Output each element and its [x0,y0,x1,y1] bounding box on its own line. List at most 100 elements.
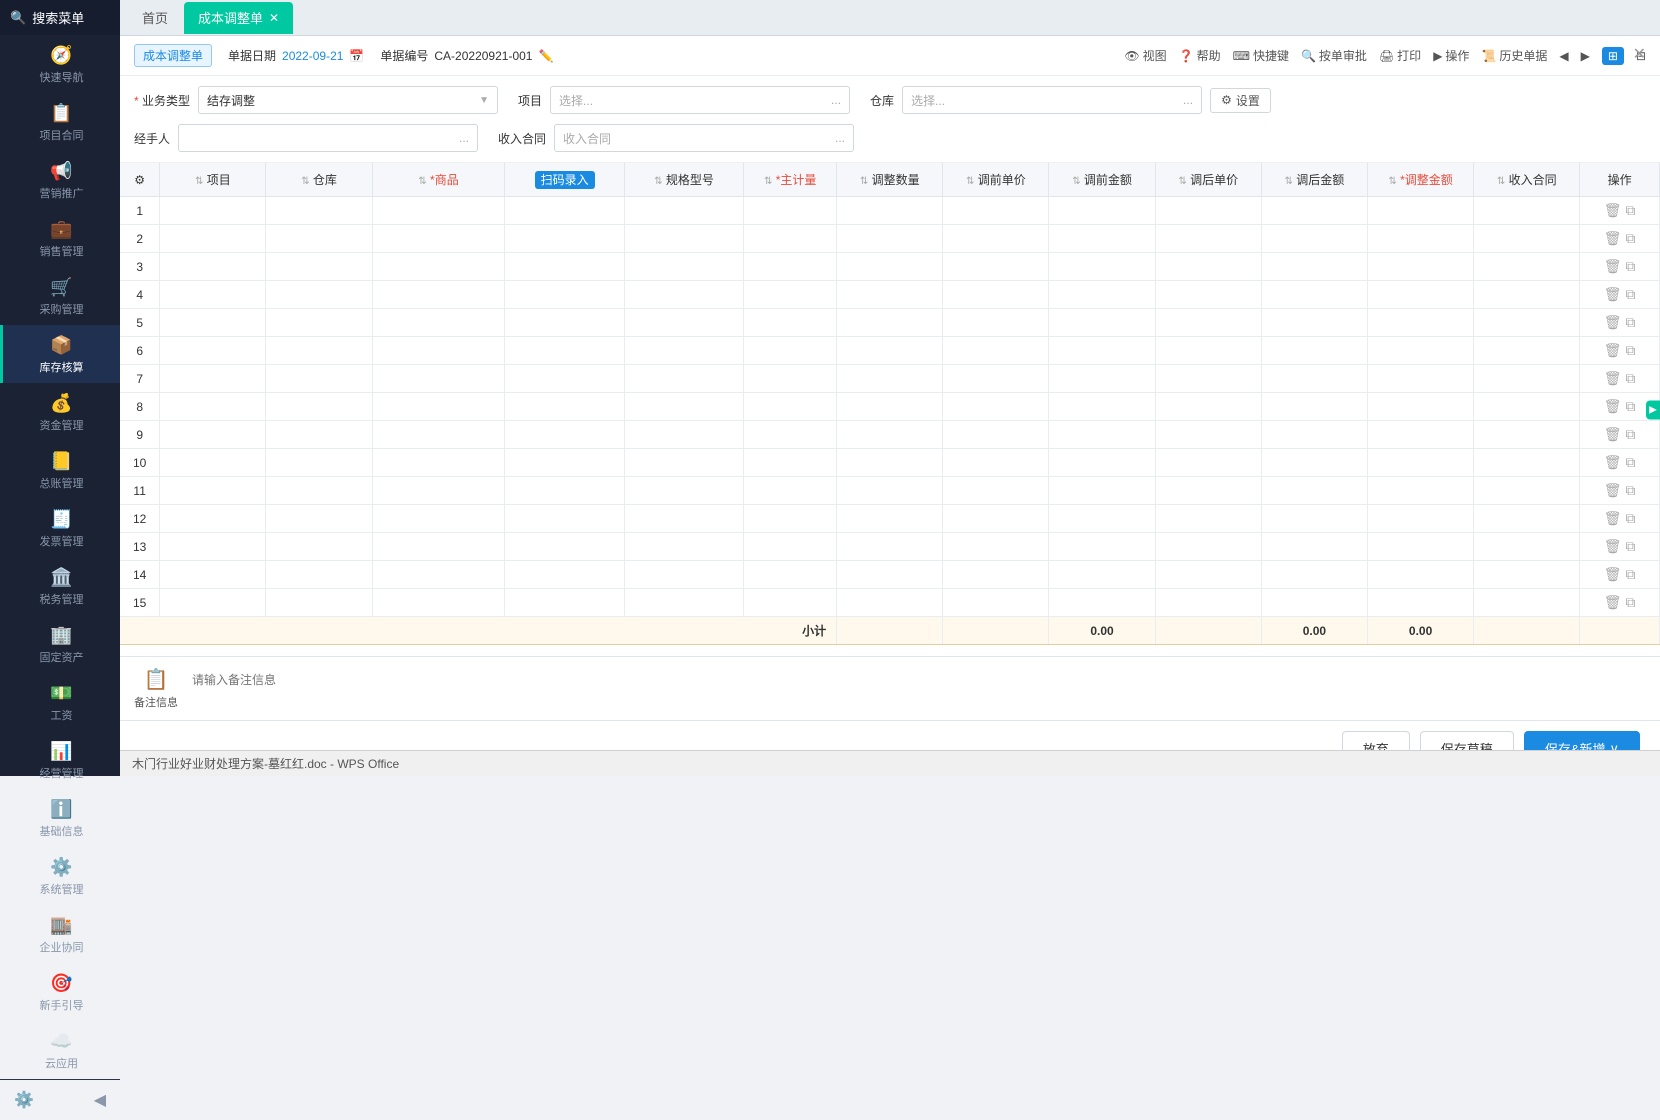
row-price-before[interactable] [943,197,1049,225]
row-price-before[interactable] [943,561,1049,589]
row-project[interactable] [160,505,266,533]
row-scan[interactable] [505,225,624,253]
row-price-after[interactable] [1155,505,1261,533]
row-goods[interactable] [372,449,505,477]
row-amount-after[interactable] [1261,309,1367,337]
row-income[interactable] [1474,477,1580,505]
row-adjust[interactable] [1367,505,1473,533]
row-warehouse[interactable] [266,449,372,477]
collapse-icon[interactable]: ◀ [94,1090,106,1110]
row-price-after[interactable] [1155,421,1261,449]
row-price-before[interactable] [943,225,1049,253]
row-unit[interactable] [744,225,837,253]
calendar-icon[interactable]: 📅 [349,49,364,63]
edit-icon[interactable]: ✏️ [538,49,553,63]
row-income[interactable] [1474,225,1580,253]
th-warehouse[interactable]: ⇅ 仓库 [266,163,372,197]
sidebar-item-operations[interactable]: 📊 经营管理 [0,731,120,789]
row-warehouse[interactable] [266,533,372,561]
sidebar-item-ledger[interactable]: 📒 总账管理 [0,441,120,499]
row-price-after[interactable] [1155,533,1261,561]
row-price-before[interactable] [943,365,1049,393]
row-price-before[interactable] [943,393,1049,421]
row-amount-before[interactable] [1049,421,1155,449]
row-price-before[interactable] [943,253,1049,281]
row-project[interactable] [160,589,266,617]
row-amount-before[interactable] [1049,505,1155,533]
row-scan[interactable] [505,197,624,225]
row-unit[interactable] [744,449,837,477]
tab-home[interactable]: 首页 [128,2,182,34]
business-type-input[interactable]: 结存调整 ▼ [198,86,498,114]
sidebar-item-enterprise[interactable]: 🏬 企业协同 [0,905,120,963]
row-price-after[interactable] [1155,365,1261,393]
row-spec[interactable] [624,421,743,449]
row-spec[interactable] [624,505,743,533]
row-amount-after[interactable] [1261,561,1367,589]
row-unit[interactable] [744,281,837,309]
row-warehouse[interactable] [266,421,372,449]
delete-icon[interactable]: 🗑 [1604,454,1622,471]
row-warehouse[interactable] [266,281,372,309]
row-income[interactable] [1474,253,1580,281]
row-amount-before[interactable] [1049,393,1155,421]
row-scan[interactable] [505,533,624,561]
row-scan[interactable] [505,365,624,393]
row-goods[interactable] [372,309,505,337]
row-spec[interactable] [624,197,743,225]
row-project[interactable] [160,309,266,337]
row-goods[interactable] [372,393,505,421]
row-goods[interactable] [372,561,505,589]
row-amount-after[interactable] [1261,505,1367,533]
copy-icon[interactable]: ⧉ [1626,230,1636,247]
row-amount-before[interactable] [1049,309,1155,337]
delete-icon[interactable]: 🗑 [1604,258,1622,275]
delete-icon[interactable]: 🗑 [1604,286,1622,303]
row-amount-before[interactable] [1049,477,1155,505]
row-scan[interactable] [505,281,624,309]
copy-icon[interactable]: ⧉ [1626,258,1636,275]
row-goods[interactable] [372,281,505,309]
row-price-after[interactable] [1155,309,1261,337]
delete-icon[interactable]: 🗑 [1604,342,1622,359]
delete-icon[interactable]: 🗑 [1604,370,1622,387]
row-price-before[interactable] [943,449,1049,477]
handler-input[interactable]: ... [178,124,478,152]
row-adjust[interactable] [1367,253,1473,281]
delete-icon[interactable]: 🗑 [1604,594,1622,611]
row-goods[interactable] [372,337,505,365]
row-adjust[interactable] [1367,421,1473,449]
row-price-after[interactable] [1155,253,1261,281]
right-edge[interactable]: ▶ [1646,400,1660,419]
row-unit[interactable] [744,309,837,337]
row-income[interactable] [1474,197,1580,225]
row-unit[interactable] [744,197,837,225]
row-qty[interactable] [837,533,943,561]
th-qty[interactable]: ⇅ 调整数量 [837,163,943,197]
row-adjust[interactable] [1367,477,1473,505]
row-adjust[interactable] [1367,561,1473,589]
row-unit[interactable] [744,337,837,365]
row-scan[interactable] [505,421,624,449]
help-btn[interactable]: ❓ 帮助 [1179,47,1221,64]
delete-icon[interactable]: 🗑 [1604,230,1622,247]
sidebar-search[interactable]: 🔍 搜索菜单 [0,0,120,35]
row-spec[interactable] [624,477,743,505]
row-qty[interactable] [837,365,943,393]
row-spec[interactable] [624,365,743,393]
warehouse-input[interactable]: 选择... ... [902,86,1202,114]
settings-btn[interactable]: ⚙ 设置 [1210,88,1271,113]
row-amount-after[interactable] [1261,197,1367,225]
row-amount-after[interactable] [1261,225,1367,253]
row-price-after[interactable] [1155,393,1261,421]
row-unit[interactable] [744,253,837,281]
row-project[interactable] [160,561,266,589]
row-project[interactable] [160,393,266,421]
row-income[interactable] [1474,281,1580,309]
row-adjust[interactable] [1367,225,1473,253]
project-input[interactable]: 选择... ... [550,86,850,114]
sidebar-item-inventory[interactable]: 📦 库存核算 [0,325,120,383]
th-scan[interactable]: 扫码录入 [505,163,624,197]
row-amount-before[interactable] [1049,197,1155,225]
row-amount-after[interactable] [1261,589,1367,617]
